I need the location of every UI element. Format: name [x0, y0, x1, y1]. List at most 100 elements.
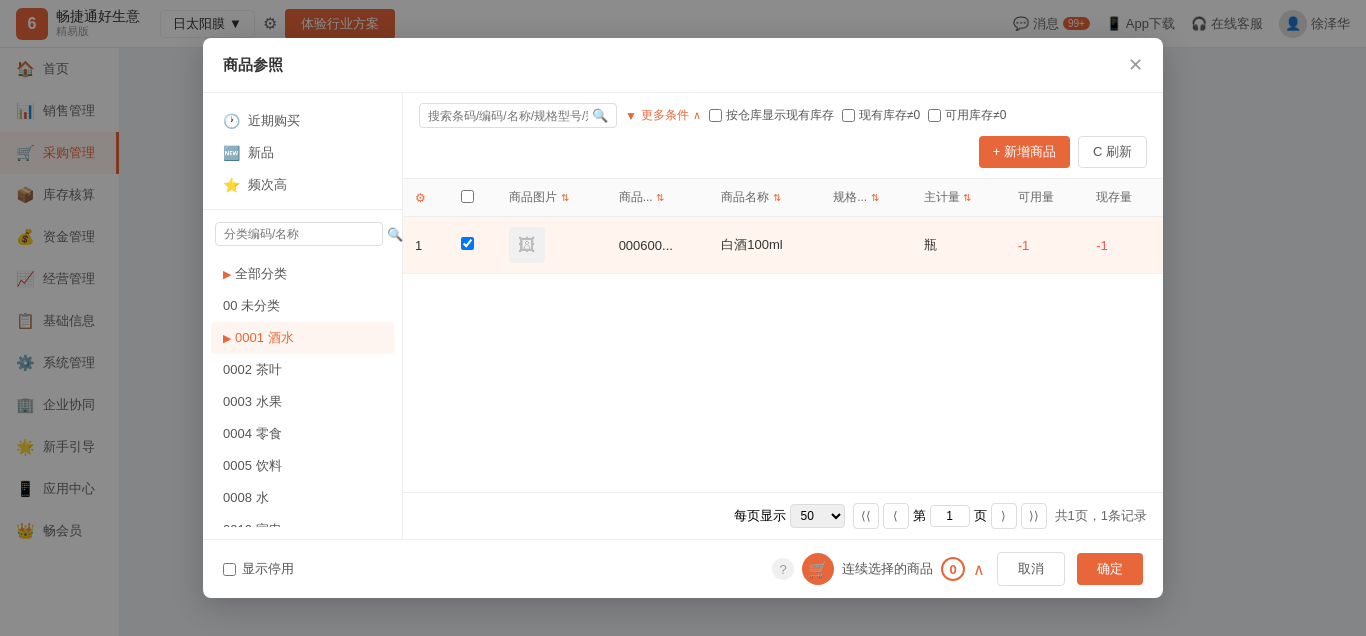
- dialog-body: 🕐 近期购买 🆕 新品 ⭐ 频次高 🔍: [203, 93, 1163, 539]
- dialog-footer: 显示停用 ? 🛒 连续选择的商品 0 ∧ 取消 确定: [203, 539, 1163, 598]
- help-icon[interactable]: ?: [772, 558, 794, 580]
- col-name-label: 商品名称: [721, 190, 769, 204]
- dialog-header: 商品参照 ✕: [203, 38, 1163, 93]
- sort-arrows-spec: ⇅: [871, 192, 879, 203]
- page-next-button[interactable]: ⟩: [991, 503, 1017, 529]
- filter-nonzero-stock[interactable]: 现有库存≠0: [842, 107, 920, 124]
- row-checkbox-cell[interactable]: [449, 217, 498, 274]
- col-spec[interactable]: 规格... ⇅: [821, 179, 912, 217]
- filter-available-checkbox[interactable]: [928, 109, 941, 122]
- col-settings[interactable]: ⚙: [403, 179, 449, 217]
- cart-count: 0: [941, 557, 965, 581]
- row-checkbox[interactable]: [461, 237, 474, 250]
- filter-freq-label: 频次高: [248, 176, 287, 194]
- category-0001-label: 0001 酒水: [235, 329, 294, 347]
- page-nav-buttons: ⟨⟨ ⟨ 第 页 ⟩ ⟩⟩: [853, 503, 1047, 529]
- product-search-input[interactable]: [428, 109, 588, 123]
- filter-warehouse-label: 按仓库显示现有库存: [726, 107, 834, 124]
- row-name-cell: 白酒100ml: [709, 217, 821, 274]
- per-page-dropdown[interactable]: 50 100 200: [790, 504, 845, 528]
- category-all-label: 全部分类: [235, 265, 287, 283]
- col-code[interactable]: 商品... ⇅: [607, 179, 710, 217]
- cart-icon[interactable]: 🛒: [802, 553, 834, 585]
- page-prev-button[interactable]: ⟨: [883, 503, 909, 529]
- category-item-0003[interactable]: 0003 水果: [211, 386, 394, 418]
- col-name[interactable]: 商品名称 ⇅: [709, 179, 821, 217]
- filter-high-frequency[interactable]: ⭐ 频次高: [215, 169, 390, 201]
- category-item-0010[interactable]: 0010 家电: [211, 514, 394, 527]
- pagination: 每页显示 50 100 200 ⟨⟨ ⟨ 第 页 ⟩: [403, 492, 1163, 539]
- row-image-cell: 🖼: [497, 217, 606, 274]
- show-disabled-checkbox-label[interactable]: 显示停用: [223, 560, 294, 578]
- show-disabled-checkbox[interactable]: [223, 563, 236, 576]
- page-number-input[interactable]: [930, 505, 970, 527]
- table-header-row: ⚙ 商品图片 ⇅ 商品... ⇅: [403, 179, 1163, 217]
- col-spec-label: 规格...: [833, 190, 867, 204]
- show-disabled-label: 显示停用: [242, 560, 294, 578]
- filter-recent-purchase[interactable]: 🕐 近期购买: [215, 105, 390, 137]
- category-item-0002[interactable]: 0002 茶叶: [211, 354, 394, 386]
- add-product-button[interactable]: + 新增商品: [979, 136, 1070, 168]
- page-total-info: 共1页，1条记录: [1055, 507, 1147, 525]
- page-first-button[interactable]: ⟨⟨: [853, 503, 879, 529]
- row-stock-cell: -1: [1084, 217, 1163, 274]
- table-row[interactable]: 1 🖼 000600... 白酒100ml 瓶 -1 -1: [403, 217, 1163, 274]
- refresh-button[interactable]: C 刷新: [1078, 136, 1147, 168]
- category-item-0004[interactable]: 0004 零食: [211, 418, 394, 450]
- category-item-0005[interactable]: 0005 饮料: [211, 450, 394, 482]
- row-index: 1: [403, 217, 449, 274]
- confirm-button[interactable]: 确定: [1077, 553, 1143, 585]
- category-item-all[interactable]: ▶ 全部分类: [211, 258, 394, 290]
- product-search-icon[interactable]: 🔍: [592, 108, 608, 123]
- page-word: 第: [913, 507, 926, 525]
- more-filter-button[interactable]: ▼ 更多条件 ∧: [625, 107, 701, 124]
- col-image-label: 商品图片: [509, 190, 557, 204]
- filter-recent-label: 近期购买: [248, 112, 300, 130]
- footer-cart: ? 🛒 连续选择的商品 0 ∧: [772, 553, 985, 585]
- filter-nonzero-checkbox[interactable]: [842, 109, 855, 122]
- filter-warehouse-checkbox[interactable]: [709, 109, 722, 122]
- category-list: ▶ 全部分类 00 未分类 ▶ 0001 酒水 0002 茶叶 0003 水果: [203, 258, 402, 527]
- filter-nonzero-available[interactable]: 可用库存≠0: [928, 107, 1006, 124]
- product-table: ⚙ 商品图片 ⇅ 商品... ⇅: [403, 179, 1163, 274]
- category-0010-label: 0010 家电: [223, 521, 282, 527]
- new-icon: 🆕: [223, 145, 240, 161]
- category-search-icon[interactable]: 🔍: [387, 227, 403, 242]
- category-unclassified-label: 00 未分类: [223, 297, 280, 315]
- quick-filters: 🕐 近期购买 🆕 新品 ⭐ 频次高: [203, 105, 402, 201]
- category-item-unclassified[interactable]: 00 未分类: [211, 290, 394, 322]
- category-item-0001[interactable]: ▶ 0001 酒水: [211, 322, 394, 354]
- product-reference-dialog: 商品参照 ✕ 🕐 近期购买 🆕 新品 ⭐ 频次高: [203, 38, 1163, 598]
- filter-new-products[interactable]: 🆕 新品: [215, 137, 390, 169]
- collapse-footer-icon[interactable]: ∧: [973, 560, 985, 579]
- product-search-box: 🔍: [419, 103, 617, 128]
- filter-new-label: 新品: [248, 144, 274, 162]
- row-unit-cell: 瓶: [912, 217, 1006, 274]
- col-image[interactable]: 商品图片 ⇅: [497, 179, 606, 217]
- dialog-overlay: 商品参照 ✕ 🕐 近期购买 🆕 新品 ⭐ 频次高: [0, 0, 1366, 636]
- per-page-label: 每页显示: [734, 507, 786, 525]
- category-item-0008[interactable]: 0008 水: [211, 482, 394, 514]
- filter-nonzero-label: 现有库存≠0: [859, 107, 920, 124]
- category-search: 🔍: [203, 218, 402, 250]
- page-last-button[interactable]: ⟩⟩: [1021, 503, 1047, 529]
- sort-arrows-image: ⇅: [561, 192, 569, 203]
- page-unit: 页: [974, 507, 987, 525]
- select-all-checkbox[interactable]: [461, 190, 474, 203]
- sort-arrows-name: ⇅: [773, 192, 781, 203]
- category-0005-label: 0005 饮料: [223, 457, 282, 475]
- filter-chevron-icon: ∧: [693, 109, 701, 122]
- col-stock: 现存量: [1084, 179, 1163, 217]
- dialog-close-button[interactable]: ✕: [1128, 54, 1143, 76]
- filter-by-warehouse[interactable]: 按仓库显示现有库存: [709, 107, 834, 124]
- col-unit[interactable]: 主计量 ⇅: [912, 179, 1006, 217]
- category-search-input[interactable]: [215, 222, 383, 246]
- category-0003-label: 0003 水果: [223, 393, 282, 411]
- dialog-title: 商品参照: [223, 56, 283, 75]
- category-0004-label: 0004 零食: [223, 425, 282, 443]
- dialog-left-panel: 🕐 近期购买 🆕 新品 ⭐ 频次高 🔍: [203, 93, 403, 539]
- col-checkbox[interactable]: [449, 179, 498, 217]
- continuous-label: 连续选择的商品: [842, 560, 933, 578]
- filter-available-label: 可用库存≠0: [945, 107, 1006, 124]
- cancel-button[interactable]: 取消: [997, 552, 1065, 586]
